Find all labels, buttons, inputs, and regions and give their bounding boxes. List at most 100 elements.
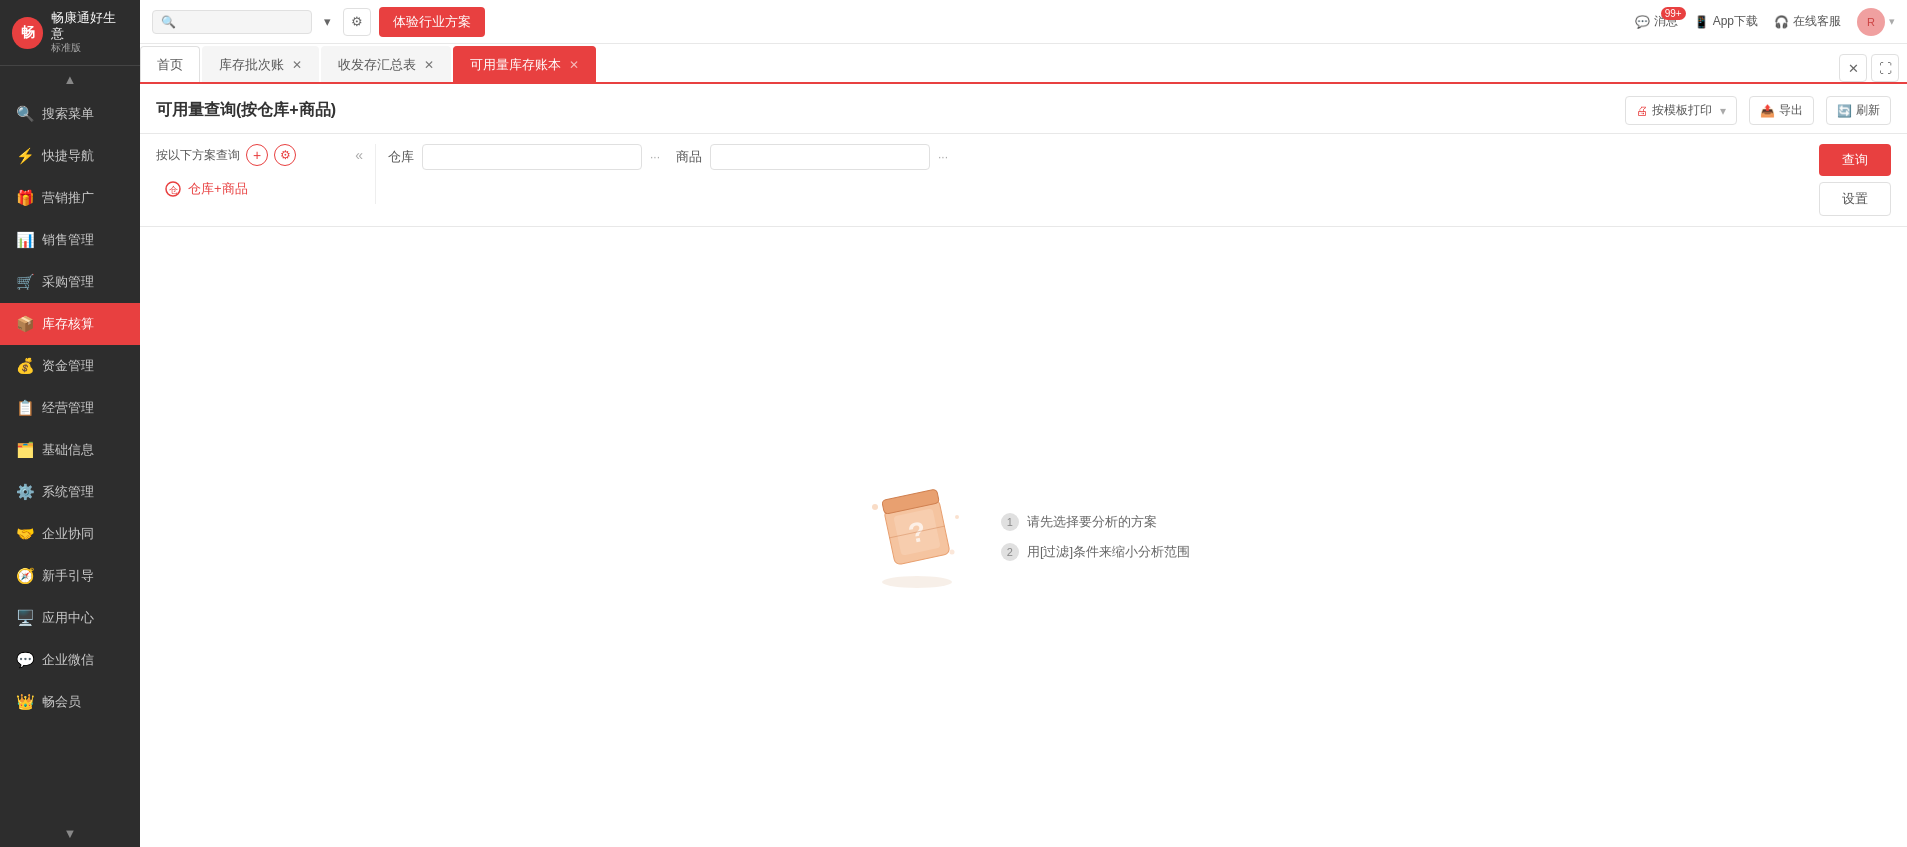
filter-scheme-panel: 按以下方案查询 + ⚙ « 仓 仓库+商品 [156, 144, 376, 204]
monitor-icon: 🖥️ [16, 609, 34, 627]
svg-point-10 [949, 550, 954, 555]
chart-icon: 📊 [16, 231, 34, 249]
goods-more-button[interactable]: ··· [938, 150, 948, 164]
gear-icon: ⚙ [280, 148, 291, 162]
sidebar-scroll-up[interactable]: ▲ [0, 66, 140, 93]
clipboard-icon: 📋 [16, 399, 34, 417]
tab-receive-summary[interactable]: 收发存汇总表 ✕ [321, 46, 451, 82]
page-header: 可用量查询(按仓库+商品) 🖨 按模板打印 ▾ 📤 导出 🔄 刷新 [140, 84, 1907, 134]
scheme-icon: 仓 [164, 180, 182, 198]
sidebar-item-enterprise-wechat[interactable]: 💬 企业微信 [0, 639, 140, 681]
template-print-button[interactable]: 🖨 按模板打印 ▾ [1625, 96, 1737, 125]
headset-icon: 🎧 [1774, 15, 1789, 29]
sidebar-item-quick-nav[interactable]: ⚡ 快捷导航 [0, 135, 140, 177]
empty-hint-2: 2 用[过滤]条件来缩小分析范围 [1001, 543, 1190, 561]
collapse-panel-button[interactable]: « [355, 147, 363, 163]
filter-scheme-header: 按以下方案查询 + ⚙ « [156, 144, 363, 166]
sidebar-item-system-mgmt[interactable]: ⚙️ 系统管理 [0, 471, 140, 513]
empty-hint-1: 1 请先选择要分析的方案 [1001, 513, 1190, 531]
tab-close-available-stock[interactable]: ✕ [569, 58, 579, 72]
sidebar-nav: 🔍 搜索菜单 ⚡ 快捷导航 🎁 营销推广 📊 销售管理 🛒 采购管理 📦 库存核… [0, 93, 140, 820]
svg-point-2 [882, 576, 952, 588]
box-icon: 📦 [16, 315, 34, 333]
sidebar-item-member[interactable]: 👑 畅会员 [0, 681, 140, 723]
sidebar-item-marketing-promo[interactable]: 🎁 营销推广 [0, 177, 140, 219]
topbar-gear-button[interactable]: ⚙ [343, 8, 371, 36]
sidebar-item-new-guide[interactable]: 🧭 新手引导 [0, 555, 140, 597]
close-all-tabs-button[interactable]: ✕ [1839, 54, 1867, 82]
empty-state-image: ? [857, 477, 977, 597]
query-button[interactable]: 查询 [1819, 144, 1891, 176]
avatar: R [1857, 8, 1885, 36]
print-icon: 🖨 [1636, 104, 1648, 118]
quick-nav-icon: ⚡ [16, 147, 34, 165]
svg-point-8 [872, 504, 878, 510]
sidebar-logo: 畅 畅康通好生意 标准版 [0, 0, 140, 66]
settings-icon: ⚙ [351, 14, 363, 29]
sidebar-item-purchase-mgmt[interactable]: 🛒 采购管理 [0, 261, 140, 303]
export-button[interactable]: 📤 导出 [1749, 96, 1814, 125]
sidebar-item-inventory[interactable]: 📦 库存核算 [0, 303, 140, 345]
chat-icon: 💬 [16, 651, 34, 669]
sidebar-item-basic-info[interactable]: 🗂️ 基础信息 [0, 429, 140, 471]
chevron-down-icon: ▾ [324, 14, 331, 29]
scheme-item-warehouse-goods[interactable]: 仓 仓库+商品 [156, 174, 363, 204]
message-button[interactable]: 💬 消息 99+ [1635, 13, 1678, 30]
sidebar-item-app-center[interactable]: 🖥️ 应用中心 [0, 597, 140, 639]
gift-icon: 🎁 [16, 189, 34, 207]
tabbar-right-actions: ✕ ⛶ [1831, 54, 1907, 82]
app-download-button[interactable]: 📱 App下载 [1694, 13, 1758, 30]
topbar-right-actions: 💬 消息 99+ 📱 App下载 🎧 在线客服 R ▾ [1635, 8, 1895, 36]
export-icon: 📤 [1760, 104, 1775, 118]
sidebar: 畅 畅康通好生意 标准版 ▲ 🔍 搜索菜单 ⚡ 快捷导航 🎁 营销推广 📊 销售… [0, 0, 140, 847]
chevron-down-icon: ▾ [1720, 104, 1726, 118]
page-header-actions: 🖨 按模板打印 ▾ 📤 导出 🔄 刷新 [1625, 96, 1891, 125]
topbar: 🔍 ▾ ⚙ 体验行业方案 💬 消息 99+ 📱 App下载 🎧 在线客服 [140, 0, 1907, 44]
scheme-settings-button[interactable]: ⚙ [274, 144, 296, 166]
tab-inventory-batch[interactable]: 库存批次账 ✕ [202, 46, 319, 82]
svg-point-9 [955, 515, 959, 519]
search-icon: 🔍 [16, 105, 34, 123]
warehouse-more-button[interactable]: ··· [650, 150, 660, 164]
goods-input[interactable] [710, 144, 930, 170]
empty-hints: 1 请先选择要分析的方案 2 用[过滤]条件来缩小分析范围 [1001, 513, 1190, 561]
plus-icon: + [253, 147, 261, 163]
search-input[interactable] [180, 15, 280, 29]
warehouse-input[interactable] [422, 144, 642, 170]
sidebar-item-enterprise-coop[interactable]: 🤝 企业协同 [0, 513, 140, 555]
svg-text:仓: 仓 [169, 185, 178, 195]
filter-settings-button[interactable]: 设置 [1819, 182, 1891, 216]
hint-number-1: 1 [1001, 513, 1019, 531]
handshake-icon: 🤝 [16, 525, 34, 543]
expand-button[interactable]: ⛶ [1871, 54, 1899, 82]
sidebar-item-operation-mgmt[interactable]: 📋 经营管理 [0, 387, 140, 429]
industry-solution-button[interactable]: 体验行业方案 [379, 7, 485, 37]
refresh-icon: 🔄 [1837, 104, 1852, 118]
filter-field-warehouse: 仓库 ··· [388, 144, 660, 170]
sidebar-item-finance-mgmt[interactable]: 💰 资金管理 [0, 345, 140, 387]
add-scheme-button[interactable]: + [246, 144, 268, 166]
phone-icon: 📱 [1694, 15, 1709, 29]
sidebar-item-search[interactable]: 🔍 搜索菜单 [0, 93, 140, 135]
tab-home[interactable]: 首页 [140, 46, 200, 82]
message-badge: 99+ [1661, 7, 1686, 20]
topbar-search-box[interactable]: 🔍 [152, 10, 312, 34]
sidebar-scroll-down[interactable]: ▼ [0, 820, 140, 847]
filter-fields: 仓库 ··· 商品 ··· [388, 144, 1807, 170]
refresh-button[interactable]: 🔄 刷新 [1826, 96, 1891, 125]
filter-row-1: 仓库 ··· 商品 ··· [388, 144, 1807, 170]
gear-icon: ⚙️ [16, 483, 34, 501]
tabbar: 首页 库存批次账 ✕ 收发存汇总表 ✕ 可用量库存账本 ✕ ✕ ⛶ [140, 44, 1907, 84]
content-area: 可用量查询(按仓库+商品) 🖨 按模板打印 ▾ 📤 导出 🔄 刷新 [140, 84, 1907, 847]
chevron-down-icon: ▾ [1889, 15, 1895, 28]
cart-icon: 🛒 [16, 273, 34, 291]
tab-close-inventory-batch[interactable]: ✕ [292, 58, 302, 72]
filter-field-goods: 商品 ··· [676, 144, 948, 170]
tab-close-receive-summary[interactable]: ✕ [424, 58, 434, 72]
online-service-button[interactable]: 🎧 在线客服 [1774, 13, 1841, 30]
topbar-dropdown-button[interactable]: ▾ [320, 10, 335, 33]
sidebar-item-sales-mgmt[interactable]: 📊 销售管理 [0, 219, 140, 261]
user-avatar-button[interactable]: R ▾ [1857, 8, 1895, 36]
expand-icon: ⛶ [1879, 61, 1892, 76]
tab-available-stock[interactable]: 可用量库存账本 ✕ [453, 46, 596, 82]
